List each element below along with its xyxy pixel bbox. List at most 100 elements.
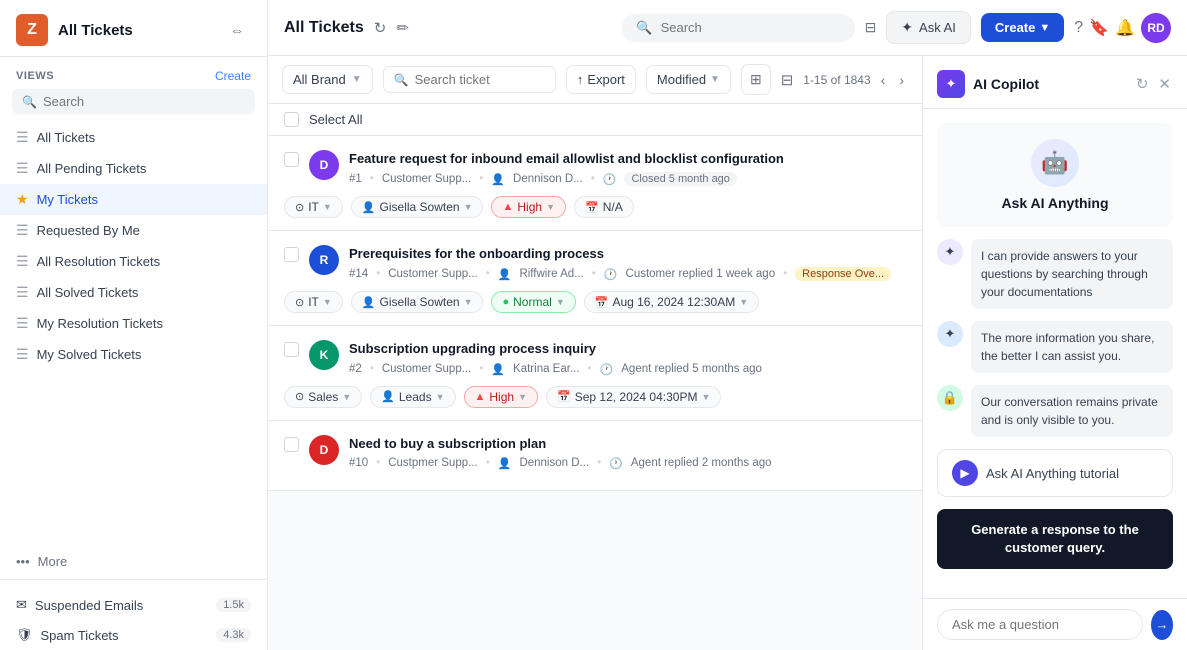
- ticket-type-pill[interactable]: ⊙ Sales ▼: [284, 386, 362, 408]
- ai-message-text: Our conversation remains private and is …: [971, 385, 1173, 437]
- ticket-priority-pill[interactable]: ▲ High ▼: [464, 386, 539, 408]
- send-icon: →: [1156, 617, 1169, 632]
- chevron-down-icon: ▼: [464, 202, 473, 212]
- ticket-assignee-pill[interactable]: 👤 Gisella Sowten ▼: [351, 196, 484, 218]
- sidebar-search-input[interactable]: [43, 94, 245, 109]
- select-all-checkbox[interactable]: [284, 112, 299, 127]
- sidebar-more[interactable]: ••• More: [0, 544, 267, 579]
- ai-tutorial-button[interactable]: ▶ Ask AI Anything tutorial: [937, 449, 1173, 497]
- ticket-assignee-pill[interactable]: 👤 Gisella Sowten ▼: [351, 291, 484, 313]
- avatar: D: [309, 150, 339, 180]
- assignee-label: Leads: [399, 390, 432, 404]
- ticket-body: Feature request for inbound email allowl…: [349, 150, 906, 186]
- table-row[interactable]: R Prerequisites for the onboarding proce…: [268, 231, 922, 326]
- ask-ai-button[interactable]: ✦ Ask AI: [886, 11, 971, 44]
- sidebar-item-label: My Resolution Tickets: [37, 316, 163, 331]
- clock-icon: 🕐: [603, 173, 617, 186]
- ticket-type-pill[interactable]: ⊙ IT ▼: [284, 196, 343, 218]
- sidebar-item-label: All Tickets: [37, 130, 96, 145]
- ticket-assignee-pill[interactable]: 👤 Leads ▼: [370, 386, 455, 408]
- ai-intro-icon: 🤖: [1031, 139, 1079, 187]
- sidebar-item-all-tickets[interactable]: ☰ All Tickets: [0, 122, 267, 153]
- agent-icon: 👤: [491, 173, 505, 186]
- pagination-text: 1-15 of 1843: [803, 73, 870, 87]
- type-icon: ⊙: [295, 296, 304, 309]
- ai-copilot-icon: ✦: [937, 70, 965, 98]
- list-icon: ☰: [16, 284, 29, 301]
- table-row[interactable]: D Need to buy a subscription plan #10 • …: [268, 421, 922, 491]
- ticket-meta: #1 • Customer Supp... • 👤 Dennison D... …: [349, 172, 906, 186]
- type-icon: ⊙: [295, 201, 304, 214]
- ai-question-input[interactable]: [937, 609, 1143, 640]
- sidebar-item-my-resolution[interactable]: ☰ My Resolution Tickets: [0, 308, 267, 339]
- ticket-type-pill[interactable]: ⊙ IT ▼: [284, 291, 343, 313]
- brand-filter-button[interactable]: All Brand ▼: [282, 65, 373, 94]
- ticket-footer: ⊙ IT ▼ 👤 Gisella Sowten ▼ ▲ High ▼: [284, 196, 906, 218]
- ai-send-button[interactable]: →: [1151, 610, 1173, 640]
- export-icon: ↑: [577, 72, 584, 87]
- ticket-priority-pill[interactable]: ▲ High ▼: [491, 196, 566, 218]
- grid-icon: ⊞: [750, 71, 762, 88]
- ticket-body: Prerequisites for the onboarding process…: [349, 245, 906, 281]
- ticket-checkbox[interactable]: [284, 342, 299, 357]
- sidebar-item-all-pending[interactable]: ☰ All Pending Tickets: [0, 153, 267, 184]
- prev-page-button[interactable]: ‹: [877, 70, 890, 90]
- ai-panel-body: 🤖 Ask AI Anything ✦ I can provide answer…: [923, 109, 1187, 598]
- sidebar-bottom: ✉ Suspended Emails 1.5k 🛡 Spam Tickets 4…: [0, 579, 267, 650]
- ticket-search-input[interactable]: [415, 72, 545, 87]
- warning-icon: ▲: [475, 391, 486, 403]
- sidebar-item-all-solved[interactable]: ☰ All Solved Tickets: [0, 277, 267, 308]
- agent-icon: 👤: [491, 363, 505, 376]
- clock-icon: 🕐: [609, 457, 623, 470]
- ticket-num: #1: [349, 173, 362, 185]
- table-row[interactable]: D Feature request for inbound email allo…: [268, 136, 922, 231]
- topbar-filter-button[interactable]: ⊟: [865, 19, 877, 36]
- sidebar-item-all-resolution[interactable]: ☰ All Resolution Tickets: [0, 246, 267, 277]
- ticket-header: K Subscription upgrading process inquiry…: [284, 340, 906, 375]
- ticket-cards: D Feature request for inbound email allo…: [268, 136, 922, 491]
- help-icon-button[interactable]: ?: [1074, 19, 1083, 37]
- chevron-down-icon: ▼: [518, 392, 527, 402]
- calendar-icon: 📅: [595, 296, 609, 309]
- ticket-checkbox[interactable]: [284, 437, 299, 452]
- ai-generate-button[interactable]: Generate a response to the customer quer…: [937, 509, 1173, 569]
- ai-close-button[interactable]: ✕: [1156, 73, 1173, 95]
- ai-refresh-button[interactable]: ↻: [1134, 73, 1151, 95]
- topbar-search-input[interactable]: [661, 20, 841, 35]
- ticket-priority-pill[interactable]: ● Normal ▼: [491, 291, 575, 313]
- modified-button[interactable]: Modified ▼: [646, 65, 731, 94]
- sidebar-search-box: 🔍: [12, 89, 255, 114]
- notification-icon-button[interactable]: 🔔: [1115, 18, 1135, 38]
- ticket-checkbox[interactable]: [284, 247, 299, 262]
- ticket-due-pill[interactable]: 📅 N/A: [574, 196, 634, 218]
- ticket-checkbox[interactable]: [284, 152, 299, 167]
- refresh-button[interactable]: ↻: [374, 19, 387, 37]
- list-icon: ☰: [16, 253, 29, 270]
- create-button[interactable]: Create ▼: [981, 13, 1064, 42]
- filter2-button[interactable]: ⊟: [781, 71, 794, 89]
- status-badge: Closed 5 month ago: [624, 172, 736, 186]
- ticket-subject: Prerequisites for the onboarding process: [349, 245, 906, 263]
- modified-label: Modified: [657, 72, 706, 87]
- chevron-down-icon: ▼: [436, 392, 445, 402]
- sidebar-suspended-emails[interactable]: ✉ Suspended Emails 1.5k: [0, 590, 267, 620]
- export-button[interactable]: ↑ Export: [566, 65, 636, 94]
- next-page-button[interactable]: ›: [895, 70, 908, 90]
- sidebar-nav: ☰ All Tickets ☰ All Pending Tickets ★ My…: [0, 122, 267, 544]
- edit-button[interactable]: ✏: [396, 19, 409, 37]
- sidebar-item-my-tickets[interactable]: ★ My Tickets: [0, 184, 267, 215]
- view-toggle-button[interactable]: ⊞: [741, 64, 771, 95]
- sidebar-layout-icon[interactable]: ⇔: [223, 16, 251, 44]
- table-row[interactable]: K Subscription upgrading process inquiry…: [268, 326, 922, 420]
- views-create-button[interactable]: Create: [215, 69, 251, 83]
- ticket-due-pill[interactable]: 📅 Sep 12, 2024 04:30PM ▼: [546, 386, 721, 408]
- avatar: K: [309, 340, 339, 370]
- sidebar-item-requested-by-me[interactable]: ☰ Requested By Me: [0, 215, 267, 246]
- ticket-due-pill[interactable]: 📅 Aug 16, 2024 12:30AM ▼: [584, 291, 759, 313]
- sidebar-item-my-solved[interactable]: ☰ My Solved Tickets: [0, 339, 267, 370]
- bookmark-icon-button[interactable]: 🔖: [1089, 18, 1109, 38]
- page-title: All Tickets: [284, 19, 364, 37]
- ticket-subject: Need to buy a subscription plan: [349, 435, 906, 453]
- sidebar-spam-tickets[interactable]: 🛡 Spam Tickets 4.3k: [0, 620, 267, 650]
- user-avatar[interactable]: RD: [1141, 13, 1171, 43]
